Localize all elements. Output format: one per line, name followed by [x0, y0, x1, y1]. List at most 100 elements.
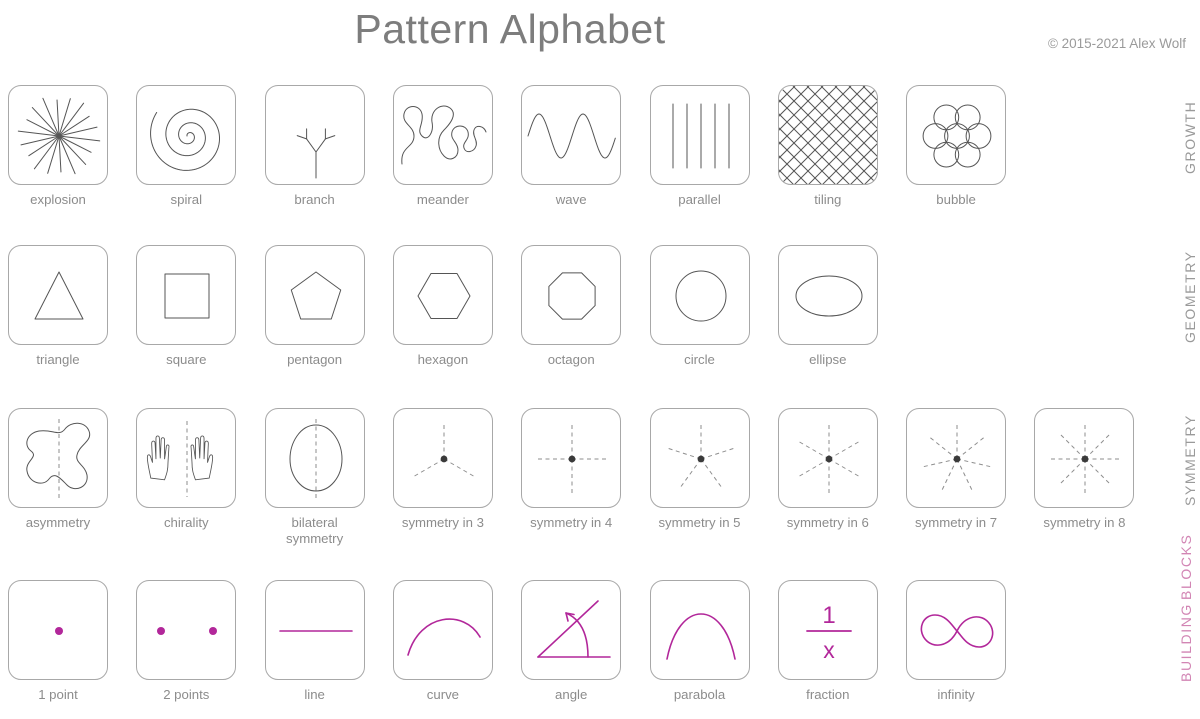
- parallel-icon: [649, 85, 750, 185]
- pattern-cell-spiral[interactable]: spiral: [136, 85, 237, 208]
- chirality-icon: [136, 408, 237, 508]
- pattern-cell-pentagon[interactable]: pentagon: [264, 245, 365, 368]
- pattern-label: spiral: [170, 192, 203, 207]
- pattern-cell-parabola[interactable]: parabola: [649, 580, 750, 703]
- pattern-label: triangle: [36, 352, 80, 367]
- pattern-cell-circle[interactable]: circle: [649, 245, 750, 368]
- pattern-cell-symmetry-5[interactable]: symmetry in 5: [649, 408, 750, 531]
- parabola-icon: [649, 580, 750, 680]
- pattern-cell-octagon[interactable]: octagon: [521, 245, 622, 368]
- pattern-label: symmetry in 3: [401, 515, 484, 530]
- pattern-label: explosion: [30, 192, 86, 207]
- symmetry-5-icon: [649, 408, 750, 508]
- pattern-cell-wave[interactable]: wave: [521, 85, 622, 208]
- pattern-label: parallel: [678, 192, 721, 207]
- pattern-cell-symmetry-7[interactable]: symmetry in 7: [906, 408, 1007, 531]
- pattern-label: infinity: [937, 687, 975, 702]
- one-point-icon: [8, 580, 108, 680]
- category-label-building: BUILDING BLOCKS: [1178, 534, 1194, 682]
- pattern-grid: explosion spiral branch meander wave parallel…: [0, 0, 1200, 719]
- explosion-icon: [8, 85, 108, 185]
- pattern-cell-square[interactable]: square: [136, 245, 237, 368]
- square-icon: [136, 245, 237, 345]
- pattern-cell-fraction[interactable]: 1 x fraction: [777, 580, 878, 703]
- pattern-label: symmetry in 8: [1043, 515, 1126, 530]
- line-icon: [264, 580, 365, 680]
- pattern-label: meander: [416, 192, 469, 207]
- pattern-label: symmetry in 4: [530, 515, 613, 530]
- pattern-label: ellipse: [809, 352, 847, 367]
- pattern-label: wave: [555, 192, 587, 207]
- symmetry-4-icon: [521, 408, 622, 508]
- symmetry-3-icon: [392, 408, 493, 508]
- pattern-cell-hexagon[interactable]: hexagon: [392, 245, 493, 368]
- pattern-cell-parallel[interactable]: parallel: [649, 85, 750, 208]
- pattern-label: branch: [294, 192, 335, 207]
- pattern-label: hexagon: [417, 352, 469, 367]
- triangle-icon: [8, 245, 108, 345]
- pattern-label: tiling: [814, 192, 842, 207]
- pattern-cell-branch[interactable]: branch: [264, 85, 365, 208]
- pattern-label: bilateral symmetry: [265, 515, 365, 546]
- pattern-cell-ellipse[interactable]: ellipse: [777, 245, 878, 368]
- bilateral-symmetry-icon: [264, 408, 365, 508]
- ellipse-icon: [777, 245, 878, 345]
- pattern-cell-explosion[interactable]: explosion: [8, 85, 108, 208]
- infinity-icon: [906, 580, 1007, 680]
- pattern-label-line2: symmetry: [286, 530, 344, 546]
- pattern-cell-chirality[interactable]: chirality: [136, 408, 237, 531]
- pattern-label: octagon: [547, 352, 595, 367]
- category-label-geometry: GEOMETRY: [1182, 250, 1198, 344]
- pattern-label: line: [304, 687, 325, 702]
- pentagon-icon: [264, 245, 365, 345]
- fraction-icon: 1x: [777, 580, 878, 680]
- branch-icon: [264, 85, 365, 185]
- pattern-cell-symmetry-3[interactable]: symmetry in 3: [392, 408, 493, 531]
- pattern-label: symmetry in 5: [658, 515, 741, 530]
- pattern-cell-line[interactable]: line: [264, 580, 365, 703]
- category-label-growth: GROWTH: [1182, 100, 1198, 174]
- svg-text:x: x: [823, 637, 835, 663]
- symmetry-6-icon: [777, 408, 878, 508]
- pattern-label: square: [166, 352, 207, 367]
- symmetry-8-icon: [1034, 408, 1135, 508]
- pattern-label: symmetry in 6: [786, 515, 869, 530]
- pattern-cell-symmetry-6[interactable]: symmetry in 6: [777, 408, 878, 531]
- pattern-cell-triangle[interactable]: triangle: [8, 245, 108, 368]
- pattern-cell-symmetry-8[interactable]: symmetry in 8: [1034, 408, 1135, 531]
- pattern-label: symmetry in 7: [915, 515, 998, 530]
- pattern-cell-bilateral-symmetry[interactable]: bilateral symmetry: [264, 408, 365, 546]
- pattern-label: 2 points: [163, 687, 210, 702]
- pattern-label: fraction: [806, 687, 850, 702]
- wave-icon: [521, 85, 622, 185]
- category-label-symmetry: SYMMETRY: [1182, 414, 1198, 506]
- curve-icon: [392, 580, 493, 680]
- asymmetry-icon: [8, 408, 108, 508]
- pattern-cell-infinity[interactable]: infinity: [906, 580, 1007, 703]
- pattern-label: bubble: [936, 192, 976, 207]
- svg-text:1: 1: [822, 602, 835, 629]
- pattern-cell-curve[interactable]: curve: [392, 580, 493, 703]
- pattern-label: chirality: [163, 515, 209, 530]
- pattern-cell-one-point[interactable]: 1 point: [8, 580, 108, 703]
- pattern-cell-symmetry-4[interactable]: symmetry in 4: [521, 408, 622, 531]
- pattern-label: circle: [684, 352, 715, 367]
- pattern-cell-meander[interactable]: meander: [392, 85, 493, 208]
- pattern-label: angle: [555, 687, 588, 702]
- meander-icon: [392, 85, 493, 185]
- pattern-cell-tiling[interactable]: tiling: [777, 85, 878, 208]
- circle-icon: [649, 245, 750, 345]
- pattern-label: curve: [426, 687, 460, 702]
- pattern-cell-asymmetry[interactable]: asymmetry: [8, 408, 108, 531]
- angle-icon: [521, 580, 622, 680]
- tiling-icon: [777, 85, 878, 185]
- category-label-line1: BUILDING: [1178, 603, 1194, 682]
- pattern-cell-angle[interactable]: angle: [521, 580, 622, 703]
- octagon-icon: [521, 245, 622, 345]
- pattern-cell-bubble[interactable]: bubble: [906, 85, 1007, 208]
- hexagon-icon: [392, 245, 493, 345]
- pattern-cell-two-points[interactable]: 2 points: [136, 580, 237, 703]
- bubble-icon: [906, 85, 1007, 185]
- spiral-icon: [136, 85, 237, 185]
- pattern-label: asymmetry: [25, 515, 91, 530]
